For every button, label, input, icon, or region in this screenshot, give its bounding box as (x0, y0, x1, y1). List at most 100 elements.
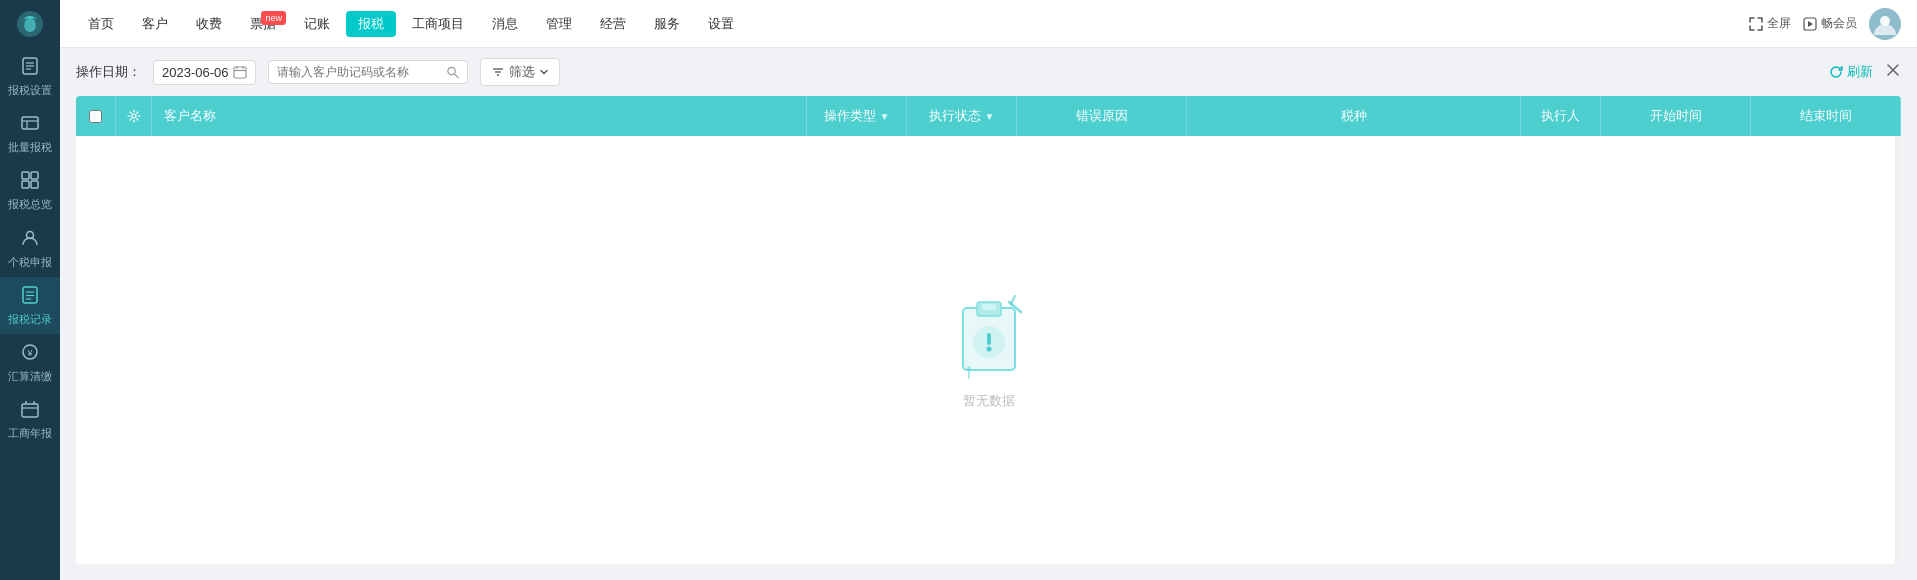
member-label: 畅会员 (1821, 15, 1857, 32)
tax-record-icon (20, 285, 40, 310)
sidebar-item-annual-report[interactable]: 工商年报 (0, 391, 60, 448)
sidebar-item-label-tax-settings: 报税设置 (8, 84, 52, 97)
nav-item-message[interactable]: 消息 (480, 11, 530, 37)
refresh-label: 刷新 (1847, 63, 1873, 81)
member-button[interactable]: 畅会员 (1803, 15, 1857, 32)
sidebar-item-label-settlement: 汇算清缴 (8, 370, 52, 383)
user-avatar[interactable] (1869, 8, 1901, 40)
status-sort-icon: ▼ (985, 111, 995, 122)
date-label: 操作日期： (76, 63, 141, 81)
column-settings-icon (127, 109, 141, 123)
svg-rect-10 (22, 181, 29, 188)
calendar-icon (233, 65, 247, 79)
search-box[interactable] (268, 60, 468, 84)
svg-rect-5 (22, 117, 38, 129)
sidebar-item-personal-tax[interactable]: 个税申报 (0, 220, 60, 277)
nav-item-invoice[interactable]: 票据 new (238, 11, 288, 37)
svg-rect-9 (31, 172, 38, 179)
svg-text:¥: ¥ (26, 348, 33, 358)
search-icon (446, 65, 459, 79)
close-button[interactable] (1885, 62, 1901, 82)
optype-sort-icon: ▼ (880, 111, 890, 122)
filter-button[interactable]: 筛选 (480, 58, 560, 86)
th-status[interactable]: 执行状态 ▼ (907, 96, 1017, 136)
sidebar-item-settlement[interactable]: ¥ 汇算清缴 (0, 334, 60, 391)
svg-rect-43 (982, 304, 996, 310)
sidebar-item-label-personal-tax: 个税申报 (8, 256, 52, 269)
nav-item-bizproject[interactable]: 工商项目 (400, 11, 476, 37)
empty-state: 暂无数据 (909, 250, 1069, 450)
top-navigation: 首页 客户 收费 票据 new 记账 报税 工商项目 消息 管理 经营 服务 设… (60, 0, 1917, 48)
sidebar-item-label-batch-tax: 批量报税 (8, 141, 52, 154)
fullscreen-button[interactable]: 全屏 (1749, 15, 1791, 32)
svg-point-48 (967, 366, 971, 370)
svg-line-40 (1011, 296, 1015, 304)
nav-item-settings[interactable]: 设置 (696, 11, 746, 37)
svg-line-32 (454, 74, 458, 78)
tax-settings-icon (20, 56, 40, 81)
sidebar-item-label-tax-overview: 报税总览 (8, 198, 52, 211)
sidebar: 报税设置 批量报税 报税总览 (0, 0, 60, 580)
nav-item-client[interactable]: 客户 (130, 11, 180, 37)
nav-item-billing[interactable]: 收费 (184, 11, 234, 37)
sidebar-item-tax-record[interactable]: 报税记录 (0, 277, 60, 334)
tax-overview-icon (20, 170, 40, 195)
th-taxtype: 税种 (1187, 96, 1521, 136)
sidebar-item-tax-overview[interactable]: 报税总览 (0, 162, 60, 219)
nav-item-manage[interactable]: 管理 (534, 11, 584, 37)
sidebar-item-label-annual-report: 工商年报 (8, 427, 52, 440)
svg-rect-11 (31, 181, 38, 188)
filter-label: 筛选 (509, 63, 535, 81)
app-logo[interactable] (0, 0, 60, 48)
nav-item-economy[interactable]: 经营 (588, 11, 638, 37)
svg-rect-8 (22, 172, 29, 179)
th-endtime: 结束时间 (1751, 96, 1901, 136)
th-client: 客户名称 (152, 96, 807, 136)
svg-point-38 (132, 114, 136, 118)
th-settings[interactable] (116, 96, 152, 136)
sidebar-item-batch-tax[interactable]: 批量报税 (0, 105, 60, 162)
scrollbar[interactable] (1895, 136, 1901, 564)
empty-text: 暂无数据 (963, 392, 1015, 410)
nav-item-service[interactable]: 服务 (642, 11, 692, 37)
refresh-icon (1829, 65, 1843, 79)
filter-icon (491, 65, 505, 79)
refresh-button[interactable]: 刷新 (1829, 63, 1873, 81)
th-checkbox[interactable] (76, 96, 116, 136)
th-starttime: 开始时间 (1601, 96, 1751, 136)
fullscreen-icon (1749, 17, 1763, 31)
close-icon (1885, 62, 1901, 78)
sidebar-item-tax-settings[interactable]: 报税设置 (0, 48, 60, 105)
date-value: 2023-06-06 (162, 65, 229, 80)
fullscreen-label: 全屏 (1767, 15, 1791, 32)
svg-rect-27 (234, 67, 246, 78)
empty-illustration (949, 290, 1029, 380)
personal-tax-icon (20, 228, 40, 253)
nav-item-home[interactable]: 首页 (76, 11, 126, 37)
svg-rect-45 (987, 333, 991, 345)
nav-item-tax[interactable]: 报税 (346, 11, 396, 37)
th-executor: 执行人 (1521, 96, 1601, 136)
toolbar-right: 刷新 (1829, 62, 1901, 82)
toolbar: 操作日期： 2023-06-06 (60, 48, 1917, 96)
settlement-icon: ¥ (20, 342, 40, 367)
svg-point-46 (986, 347, 991, 352)
search-input[interactable] (277, 65, 446, 79)
annual-report-icon (20, 399, 40, 424)
sidebar-item-label-tax-record: 报税记录 (8, 313, 52, 326)
nav-item-account[interactable]: 记账 (292, 11, 342, 37)
svg-marker-24 (1808, 21, 1813, 27)
topnav-right: 全屏 畅会员 (1749, 8, 1901, 40)
table-header: 客户名称 操作类型 ▼ 执行状态 ▼ 错误原因 税种 执行人 (76, 96, 1901, 136)
svg-rect-19 (22, 404, 38, 417)
invoice-badge: new (261, 11, 286, 25)
date-picker[interactable]: 2023-06-06 (153, 60, 256, 85)
chevron-down-icon (539, 67, 549, 77)
content-area: 操作日期： 2023-06-06 (60, 48, 1917, 580)
main-area: 首页 客户 收费 票据 new 记账 报税 工商项目 消息 管理 经营 服务 设… (60, 0, 1917, 580)
table-body: 暂无数据 (76, 136, 1901, 564)
play-icon (1803, 17, 1817, 31)
th-optype[interactable]: 操作类型 ▼ (807, 96, 907, 136)
select-all-checkbox[interactable] (89, 110, 102, 123)
table-container: 客户名称 操作类型 ▼ 执行状态 ▼ 错误原因 税种 执行人 (76, 96, 1901, 564)
